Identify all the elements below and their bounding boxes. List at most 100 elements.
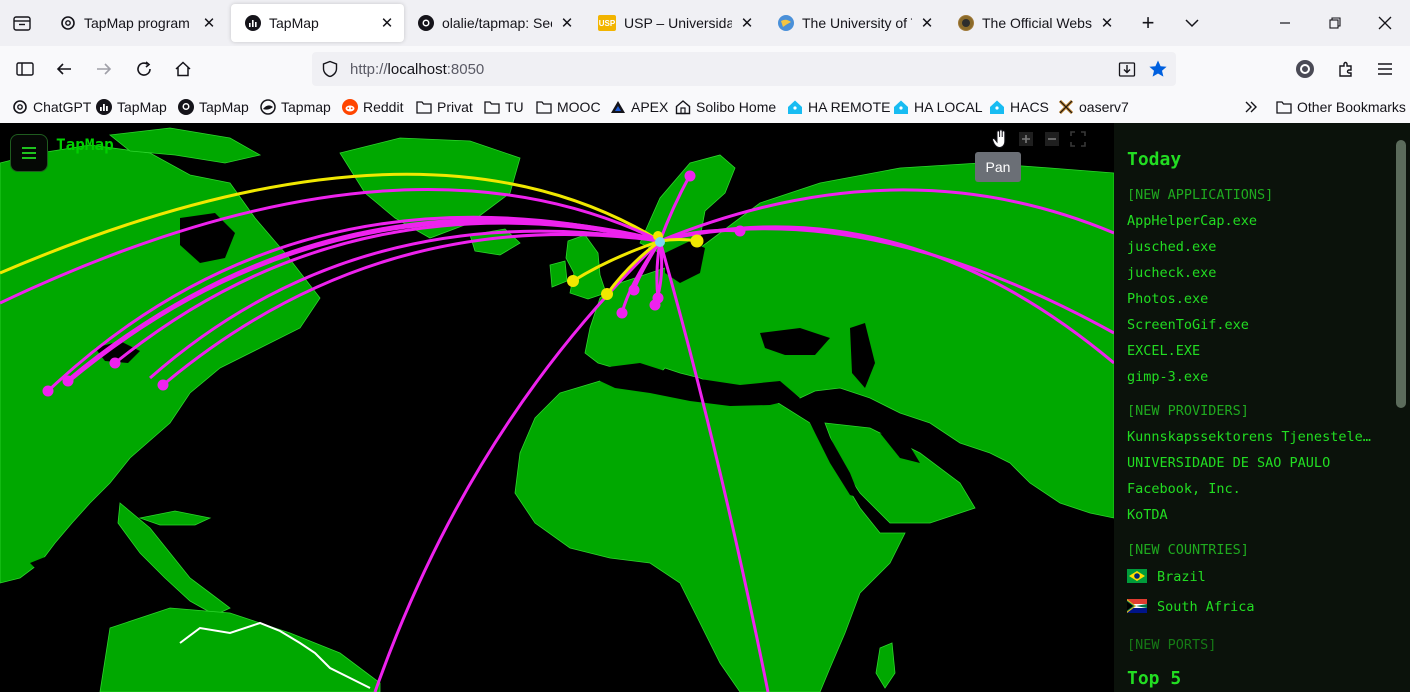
restore-button[interactable] [1310,0,1360,46]
application-item: Photos.exe [1127,291,1209,307]
minimize-button[interactable] [1260,0,1310,46]
endpoint-marker[interactable] [601,288,613,300]
endpoint-marker[interactable] [567,275,579,287]
bookmark-star-icon[interactable] [1148,59,1168,79]
bookmark-folder-mooc[interactable]: MOOC [536,97,601,117]
close-icon[interactable]: ✕ [200,14,218,32]
bookmark-label: Privat [437,99,473,115]
endpoint-marker[interactable] [628,284,640,296]
bookmark-tapmap[interactable]: TapMap [96,97,167,117]
menu-button[interactable] [10,134,48,172]
endpoint-marker[interactable] [734,225,746,237]
bookmark-apex[interactable]: APEX [610,97,668,117]
close-icon[interactable]: ✕ [1098,14,1116,32]
close-window-button[interactable] [1360,0,1410,46]
endpoint-marker[interactable] [157,379,169,391]
panel-scrollbar[interactable] [1396,140,1406,408]
restore-icon [1329,17,1341,29]
minimize-icon [1280,22,1290,24]
sidebar-toggle-button[interactable] [11,55,39,83]
close-icon [1378,16,1392,30]
forward-button[interactable] [90,55,118,83]
more-bookmarks-button[interactable] [1244,97,1258,117]
bookmark-label: ChatGPT [33,99,92,115]
bookmark-ha-remote[interactable]: HA REMOTE [787,97,890,117]
bookmark-hacs[interactable]: HACS [989,97,1049,117]
south-america [99,607,381,692]
bookmark-label: APEX [631,99,669,115]
tab-title: TapMap [269,15,319,31]
close-icon[interactable]: ✕ [378,14,396,32]
shield-icon[interactable] [321,60,339,78]
map-canvas[interactable] [0,123,1114,692]
reset-view-button[interactable] [1068,129,1088,149]
endpoint-marker[interactable] [616,307,628,319]
map-modebar [990,129,1088,149]
bookmark-chatgpt[interactable]: ChatGPT [12,97,91,117]
country-item-brazil: Brazil [1127,569,1377,585]
home-button[interactable] [169,55,197,83]
new-providers-label: [NEW PROVIDERS] [1127,403,1249,419]
home-outline-icon [675,99,691,115]
bookmark-solibo-home[interactable]: Solibo Home [675,97,776,117]
bookmark-reddit[interactable]: Reddit [342,97,403,117]
country-name: South Africa [1157,599,1255,615]
app-menu-button[interactable] [1371,55,1399,83]
bookmark-oaserv7[interactable]: oaserv7 [1058,97,1129,117]
tab-tapmap-program[interactable]: TapMap program ov ✕ [46,4,226,42]
endpoint-marker[interactable] [649,299,661,311]
world-map[interactable]: TapMap Pan [0,123,1114,692]
tab-usp[interactable]: USP USP – Universidade ✕ [584,4,764,42]
pan-button[interactable] [990,129,1010,149]
bookmark-ha-local[interactable]: HA LOCAL [893,97,982,117]
account-button[interactable] [1291,55,1319,83]
tab-university-tokyo[interactable]: The University of Tok ✕ [764,4,944,42]
bookmark-folder-tu[interactable]: TU [484,97,524,117]
bookmark-label: TapMap [117,99,167,115]
bookmark-folder-privat[interactable]: Privat [416,97,473,117]
back-button[interactable] [50,55,78,83]
tab-tapmap[interactable]: TapMap ✕ [231,4,404,42]
install-app-icon[interactable] [1118,60,1136,78]
bookmark-label: MOOC [557,99,601,115]
extensions-button[interactable] [1332,55,1360,83]
new-tab-button[interactable]: + [1124,0,1172,46]
provider-item: Facebook, Inc. [1127,481,1241,497]
tab-github-tapmap[interactable]: olalie/tapmap: See w ✕ [404,4,584,42]
new-ports-label: [NEW PORTS] [1127,637,1217,653]
seal-icon [958,15,974,31]
application-item: jusched.exe [1127,239,1217,255]
bookmark-label: oaserv7 [1079,99,1129,115]
bookmarks-toolbar: ChatGPT TapMap TapMap Tapmap Reddit Priv… [0,92,1410,123]
other-bookmarks-folder[interactable]: Other Bookmarks [1276,97,1406,117]
bookmark-tapmap-github[interactable]: TapMap [178,97,249,117]
x-tools-icon [1058,99,1074,115]
bookmark-tapmap-bird[interactable]: Tapmap [260,97,331,117]
close-icon[interactable]: ✕ [558,14,576,32]
endpoint-marker[interactable] [42,385,54,397]
tab-list-button[interactable] [0,0,44,46]
home-location-marker[interactable] [655,237,665,247]
endpoint-marker[interactable] [684,170,696,182]
top5-heading: Top 5 [1127,668,1182,689]
chevron-down-icon [1185,19,1199,28]
zoom-out-icon [1045,132,1059,146]
endpoint-marker[interactable] [690,234,704,248]
endpoint-marker[interactable] [109,357,121,369]
close-icon[interactable]: ✕ [738,14,756,32]
pan-tooltip: Pan [975,152,1021,182]
list-all-tabs-button[interactable] [1168,0,1216,46]
address-bar[interactable]: http://localhost:8050 [312,52,1176,86]
zoom-out-button[interactable] [1042,129,1062,149]
folder-icon [484,99,500,115]
close-icon[interactable]: ✕ [918,14,936,32]
country-item-south-africa: South Africa [1127,599,1377,615]
application-item: jucheck.exe [1127,265,1217,281]
bookmark-label: Solibo Home [696,99,777,115]
reload-button[interactable] [130,55,158,83]
zoom-in-button[interactable] [1016,129,1036,149]
tab-official-website[interactable]: The Official Website ✕ [944,4,1124,42]
arrow-left-icon [56,63,71,75]
endpoint-marker[interactable] [62,375,74,387]
url-text: http://localhost:8050 [350,61,484,78]
